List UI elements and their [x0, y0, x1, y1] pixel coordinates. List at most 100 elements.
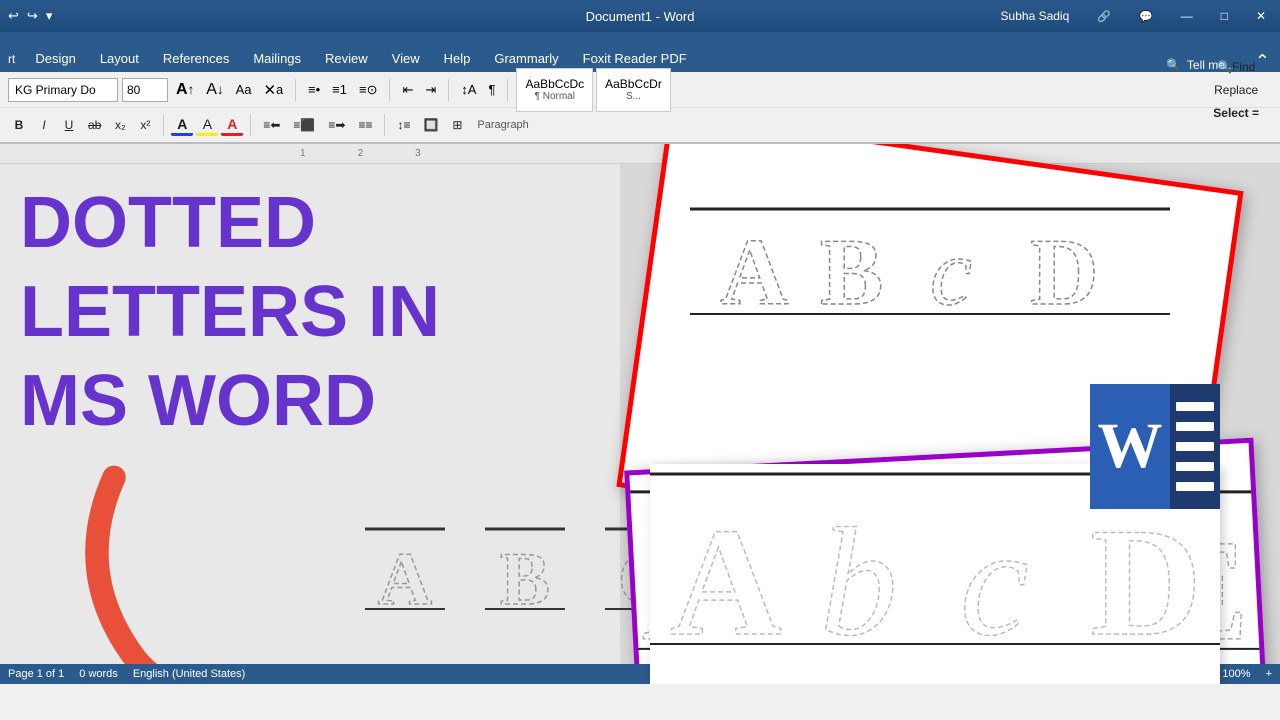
font-size-input[interactable] [122, 78, 168, 102]
style-normal-sub: ¶ Normal [535, 91, 575, 102]
align-right-button[interactable]: ≡➡ [323, 114, 350, 136]
ribbon-font-row: A↑ A↓ Aa ✕a ≡• ≡1 ≡⊙ ⇤ ⇥ ↕A ¶ AaBbCcDc ¶… [0, 72, 1280, 108]
style-normal[interactable]: AaBbCcDc ¶ Normal [516, 68, 593, 112]
list-multilevel-button[interactable]: ≡⊙ [355, 78, 381, 102]
justify-button[interactable]: ≡≡ [353, 114, 377, 136]
quick-access-toolbar: ↩ ↪ ▾ [0, 0, 52, 32]
list-ordered-button[interactable]: ≡1 [328, 78, 351, 102]
grow-font-button[interactable]: A↑ [172, 78, 198, 102]
svg-text:A: A [670, 496, 782, 668]
sep5 [163, 114, 164, 136]
svg-text:B: B [500, 538, 550, 621]
style-s-sub: S... [626, 91, 641, 102]
title-line2: LETTERS IN [20, 273, 600, 352]
highlight-button[interactable]: A [196, 114, 218, 136]
tab-home-partial[interactable]: rt [0, 46, 23, 72]
svg-text:A: A [720, 219, 789, 325]
doc-red-letters-row1: A B c D [690, 199, 1170, 329]
replace-button[interactable]: Replace [1208, 79, 1264, 101]
quick-access-dropdown[interactable]: ▾ [46, 8, 53, 24]
preview-letter-A: A [360, 514, 450, 624]
undo-icon[interactable]: ↩ [8, 8, 19, 24]
font-name-input[interactable] [8, 78, 118, 102]
shading-button[interactable]: 🔲 [418, 114, 443, 136]
word-count: 0 words [79, 668, 118, 680]
subscript-button[interactable]: x₂ [109, 114, 131, 136]
tab-references[interactable]: References [151, 45, 241, 72]
title-line3: MS WORD [20, 362, 600, 441]
borders-button[interactable]: ⊞ [446, 114, 468, 136]
align-left-button[interactable]: ≡⬅ [258, 114, 285, 136]
styles-group: AaBbCcDc ¶ Normal AaBbCcDr S... [516, 68, 670, 112]
word-logo-line5 [1176, 482, 1214, 491]
bold-button[interactable]: B [8, 114, 30, 136]
ruler: 1 2 3 [0, 144, 1280, 164]
style-normal-text: AaBbCcDc [525, 77, 584, 91]
ribbon-format-row: B I U ab x₂ x² A A A ≡⬅ ≡⬛ ≡➡ ≡≡ ↕≡ 🔲 ⊞ … [0, 108, 1280, 144]
line-spacing-button[interactable]: ↕≡ [392, 114, 415, 136]
style-s-text: AaBbCcDr [605, 77, 662, 91]
font-color2-button[interactable]: A [221, 114, 243, 136]
word-logo-line1 [1176, 402, 1214, 411]
ruler-mark-1: 1 [300, 148, 306, 159]
shrink-font-button[interactable]: A↓ [202, 78, 227, 102]
search-icon: 🔍 [1166, 58, 1181, 72]
ribbon-tabs: rt Design Layout References Mailings Rev… [0, 32, 1280, 72]
tab-view[interactable]: View [380, 45, 432, 72]
tab-review[interactable]: Review [313, 45, 380, 72]
tab-mailings[interactable]: Mailings [241, 45, 313, 72]
minimize-button[interactable]: — [1167, 0, 1207, 32]
title-line1: DOTTED [20, 184, 600, 263]
sep1 [295, 79, 296, 101]
clear-format-button[interactable]: ✕a [259, 78, 287, 102]
superscript-button[interactable]: x² [134, 114, 156, 136]
arrow-container [50, 444, 370, 684]
svg-text:D: D [1030, 219, 1099, 325]
comments-icon[interactable]: 💬 [1125, 0, 1167, 32]
word-logo-line3 [1176, 442, 1214, 451]
zoom-in-button[interactable]: + [1266, 668, 1272, 680]
preview-letter-B: B [480, 514, 570, 624]
tab-help[interactable]: Help [432, 45, 483, 72]
sort-button[interactable]: ↕A [457, 78, 480, 102]
sep4 [507, 79, 508, 101]
left-panel: DOTTED LETTERS IN MS WORD A B [0, 164, 620, 684]
change-case-button[interactable]: Aa [232, 78, 256, 102]
svg-text:b: b [820, 496, 898, 668]
style-s[interactable]: AaBbCcDr S... [596, 68, 671, 112]
maximize-button[interactable]: □ [1207, 0, 1242, 32]
language: English (United States) [133, 668, 246, 680]
italic-button[interactable]: I [33, 114, 55, 136]
align-center-button[interactable]: ≡⬛ [288, 114, 320, 136]
font-color-button[interactable]: A [171, 114, 193, 136]
share-icon[interactable]: 🔗 [1083, 0, 1125, 32]
increase-indent-button[interactable]: ⇥ [421, 78, 440, 102]
user-name: Subha Sadiq [987, 0, 1084, 32]
main-content: 1 2 3 DOTTED LETTERS IN MS WORD A B [0, 144, 1280, 684]
svg-text:D: D [1090, 496, 1202, 668]
word-logo-line2 [1176, 422, 1214, 431]
find-button[interactable]: 🔍 Find [1208, 56, 1264, 78]
titlebar: ↩ ↪ ▾ Document1 - Word Subha Sadiq 🔗 💬 —… [0, 0, 1280, 32]
svg-text:c: c [960, 496, 1029, 668]
underline-button[interactable]: U [58, 114, 80, 136]
ruler-mark-3: 3 [415, 148, 421, 159]
tab-layout[interactable]: Layout [88, 45, 151, 72]
sep3 [448, 79, 449, 101]
zoom-level: 100% [1222, 668, 1250, 680]
svg-text:c: c [930, 219, 972, 325]
word-logo-line4 [1176, 462, 1214, 471]
list-unordered-button[interactable]: ≡• [304, 78, 324, 102]
window-title: Document1 - Word [586, 9, 695, 24]
page-info: Page 1 of 1 [8, 668, 64, 680]
sep6 [250, 114, 251, 136]
strikethrough-button[interactable]: ab [83, 114, 106, 136]
window-controls: Subha Sadiq 🔗 💬 — □ ✕ [987, 0, 1280, 32]
select-button[interactable]: Select = [1208, 102, 1264, 124]
right-panel: A B c D A b c D E [580, 164, 1280, 684]
tab-design[interactable]: Design [23, 45, 87, 72]
show-formatting-button[interactable]: ¶ [484, 78, 499, 102]
decrease-indent-button[interactable]: ⇤ [398, 78, 417, 102]
redo-icon[interactable]: ↪ [27, 8, 38, 24]
close-button[interactable]: ✕ [1242, 0, 1280, 32]
